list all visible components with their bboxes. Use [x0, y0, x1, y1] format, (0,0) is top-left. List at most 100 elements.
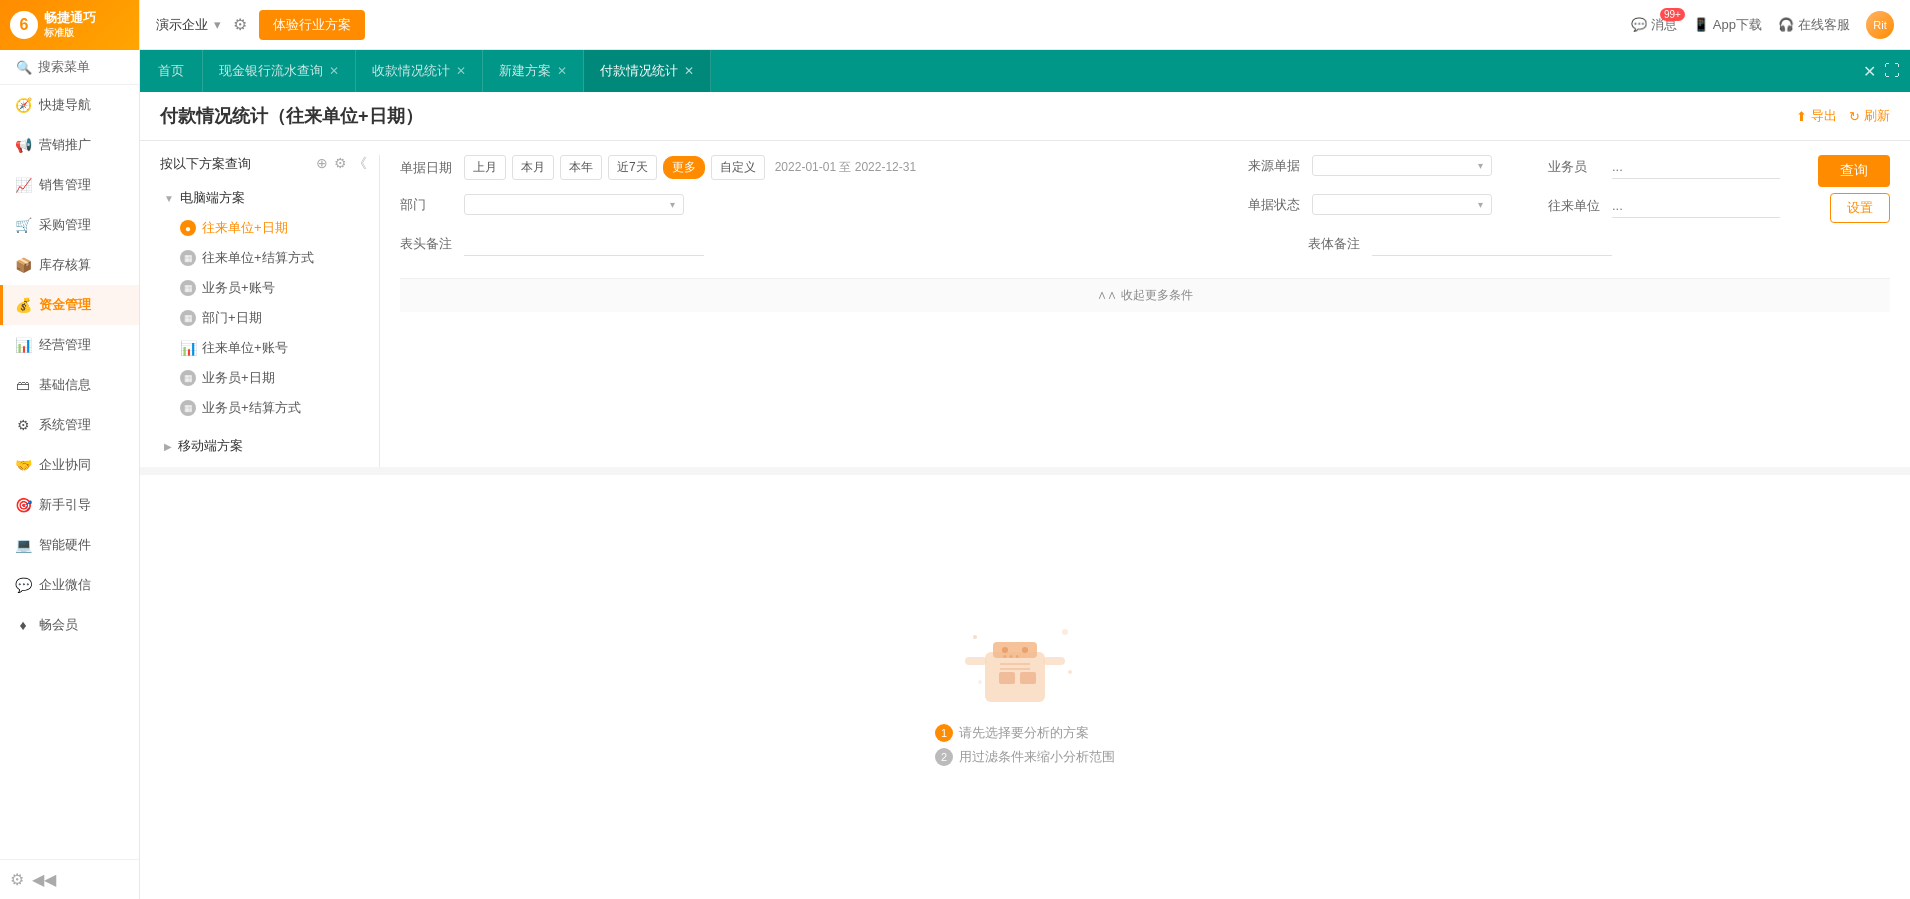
tab-payment-stat[interactable]: 付款情况统计 ✕: [584, 50, 711, 92]
tab-collection-stat-close[interactable]: ✕: [456, 64, 466, 78]
scheme-active-icon: ●: [180, 220, 196, 236]
search-menu[interactable]: 🔍 搜索菜单: [0, 50, 139, 85]
logo-text-block: 畅捷通巧 标准版: [44, 10, 96, 40]
scheme-grid-icon4: ▦: [180, 370, 196, 386]
scheme-item-salesperson-account[interactable]: ▦ 业务员+账号: [160, 273, 367, 303]
sidebar-item-guide[interactable]: 🎯 新手引导: [0, 485, 139, 525]
tab-fullscreen-icon[interactable]: ⛶: [1884, 62, 1900, 80]
svg-rect-6: [965, 657, 987, 665]
filter-area: 按以下方案查询 ⊕ ⚙ 《 ▼ 电脑端方案: [140, 141, 1910, 467]
sidebar-item-label: 基础信息: [39, 376, 91, 394]
message-btn[interactable]: 💬 消息 99+: [1631, 16, 1677, 34]
source-voucher-dropdown[interactable]: ▾: [1312, 155, 1492, 176]
scheme-item-label: 往来单位+账号: [202, 339, 288, 357]
custom-btn[interactable]: 自定义: [711, 155, 765, 180]
scheme-group-desktop-title[interactable]: ▼ 电脑端方案: [160, 183, 367, 213]
tab-new-scheme-close[interactable]: ✕: [557, 64, 567, 78]
sidebar-item-label: 企业协同: [39, 456, 91, 474]
scheme-settings-btn[interactable]: ⚙: [334, 155, 347, 173]
tab-new-scheme[interactable]: 新建方案 ✕: [483, 50, 584, 92]
scheme-item-label: 业务员+结算方式: [202, 399, 301, 417]
this-year-btn[interactable]: 本年: [560, 155, 602, 180]
inventory-icon: 📦: [13, 255, 33, 275]
scheme-label: 按以下方案查询: [160, 155, 251, 173]
trial-btn[interactable]: 体验行业方案: [259, 10, 365, 40]
sidebar-item-label: 采购管理: [39, 216, 91, 234]
tab-collection-stat[interactable]: 收款情况统计 ✕: [356, 50, 483, 92]
more-btn[interactable]: 更多: [663, 156, 705, 179]
collapse-scheme-btn[interactable]: 《: [353, 155, 367, 173]
sidebar-item-label: 系统管理: [39, 416, 91, 434]
tab-actions: ✕ ⛶: [1853, 50, 1910, 92]
sidebar-item-system[interactable]: ⚙ 系统管理: [0, 405, 139, 445]
salesperson-input[interactable]: [1612, 155, 1780, 179]
app-download-label: App下载: [1713, 16, 1762, 34]
sidebar-item-hardware[interactable]: 💻 智能硬件: [0, 525, 139, 565]
filter-field-header-remark: 表头备注: [400, 232, 1288, 256]
sidebar-item-sales[interactable]: 📈 销售管理: [0, 165, 139, 205]
table-header-remark-input[interactable]: [464, 232, 704, 256]
sidebar-item-basic[interactable]: 🗃 基础信息: [0, 365, 139, 405]
export-btn[interactable]: ⬆ 导出: [1796, 107, 1837, 125]
collapse-sidebar-icon[interactable]: ◀◀: [32, 870, 56, 889]
search-menu-label: 搜索菜单: [38, 58, 90, 76]
quick-nav-icon: 🧭: [13, 95, 33, 115]
voucher-status-dropdown[interactable]: ▾: [1312, 194, 1492, 215]
refresh-btn[interactable]: ↻ 刷新: [1849, 107, 1890, 125]
filter-row-3: 表头备注 表体备注: [400, 232, 1788, 256]
tab-bank-flow-close[interactable]: ✕: [329, 64, 339, 78]
sidebar-item-capital[interactable]: 💰 资金管理: [0, 285, 139, 325]
this-month-btn[interactable]: 本月: [512, 155, 554, 180]
desktop-expand-arrow: ▼: [164, 193, 174, 204]
mobile-group-label: 移动端方案: [178, 437, 243, 455]
scheme-item-salesperson-settle[interactable]: ▦ 业务员+结算方式: [160, 393, 367, 423]
tab-close-icon[interactable]: ✕: [1863, 62, 1876, 81]
tab-home[interactable]: 首页: [140, 50, 203, 92]
counterpart-input[interactable]: [1612, 194, 1780, 218]
tabbar: 首页 现金银行流水查询 ✕ 收款情况统计 ✕ 新建方案 ✕ 付款情况统计 ✕ ✕…: [140, 50, 1910, 92]
scheme-group-mobile-title[interactable]: ▶ 移动端方案: [160, 431, 367, 461]
sidebar-item-operation[interactable]: 📊 经营管理: [0, 325, 139, 365]
add-scheme-btn[interactable]: ⊕: [316, 155, 328, 173]
filter-settings-btn[interactable]: 设置: [1830, 193, 1890, 223]
scheme-chart-icon: 📊: [180, 340, 196, 356]
user-menu[interactable]: Rit: [1866, 11, 1894, 39]
settings-footer-icon[interactable]: ⚙: [10, 870, 24, 889]
scheme-item-counterpart-settle[interactable]: ▦ 往来单位+结算方式: [160, 243, 367, 273]
guide-icon: 🎯: [13, 495, 33, 515]
online-service-btn[interactable]: 🎧 在线客服: [1778, 16, 1850, 34]
sidebar-item-quick-nav[interactable]: 🧭 快捷导航: [0, 85, 139, 125]
query-btn[interactable]: 查询: [1818, 155, 1890, 187]
topbar-settings-icon[interactable]: ⚙: [233, 15, 247, 34]
desktop-group-label: 电脑端方案: [180, 189, 245, 207]
sidebar-item-collab[interactable]: 🤝 企业协同: [0, 445, 139, 485]
tab-collection-stat-label: 收款情况统计: [372, 62, 450, 80]
last7-btn[interactable]: 近7天: [608, 155, 657, 180]
sidebar-item-vip[interactable]: ♦ 畅会员: [0, 605, 139, 645]
sidebar-item-wechat[interactable]: 💬 企业微信: [0, 565, 139, 605]
sidebar-item-marketing[interactable]: 📢 营销推广: [0, 125, 139, 165]
last-month-btn[interactable]: 上月: [464, 155, 506, 180]
page-title: 付款情况统计（往来单位+日期）: [160, 104, 423, 128]
tab-bank-flow[interactable]: 现金银行流水查询 ✕: [203, 50, 356, 92]
scheme-item-counterpart-account[interactable]: 📊 往来单位+账号: [160, 333, 367, 363]
app-download-btn[interactable]: 📱 App下载: [1693, 16, 1762, 34]
scheme-item-dept-date[interactable]: ▦ 部门+日期: [160, 303, 367, 333]
refresh-icon: ↻: [1849, 109, 1860, 124]
empty-hint-2: 2 用过滤条件来缩小分析范围: [935, 748, 1115, 766]
scheme-item-counterpart-date[interactable]: ● 往来单位+日期: [160, 213, 367, 243]
table-body-remark-input[interactable]: [1372, 232, 1612, 256]
page-content: 付款情况统计（往来单位+日期） ⬆ 导出 ↻ 刷新 按以下方案查询: [140, 92, 1910, 899]
scheme-item-salesperson-date[interactable]: ▦ 业务员+日期: [160, 363, 367, 393]
filter-main: 按以下方案查询 ⊕ ⚙ 《 ▼ 电脑端方案: [140, 141, 1910, 467]
company-selector[interactable]: 演示企业 ▾: [156, 16, 221, 34]
topbar: 演示企业 ▾ ⚙ 体验行业方案 💬 消息 99+ 📱 App下载 🎧 在线客服 …: [140, 0, 1910, 50]
mobile-expand-arrow: ▶: [164, 441, 172, 452]
svg-point-14: [978, 680, 982, 684]
sidebar-item-purchase[interactable]: 🛒 采购管理: [0, 205, 139, 245]
sidebar-item-inventory[interactable]: 📦 库存核算: [0, 245, 139, 285]
department-dropdown[interactable]: ▾: [464, 194, 684, 215]
collapse-bar[interactable]: ∧∧ 收起更多条件: [400, 278, 1890, 312]
tab-payment-stat-close[interactable]: ✕: [684, 64, 694, 78]
tab-home-label: 首页: [158, 62, 184, 80]
